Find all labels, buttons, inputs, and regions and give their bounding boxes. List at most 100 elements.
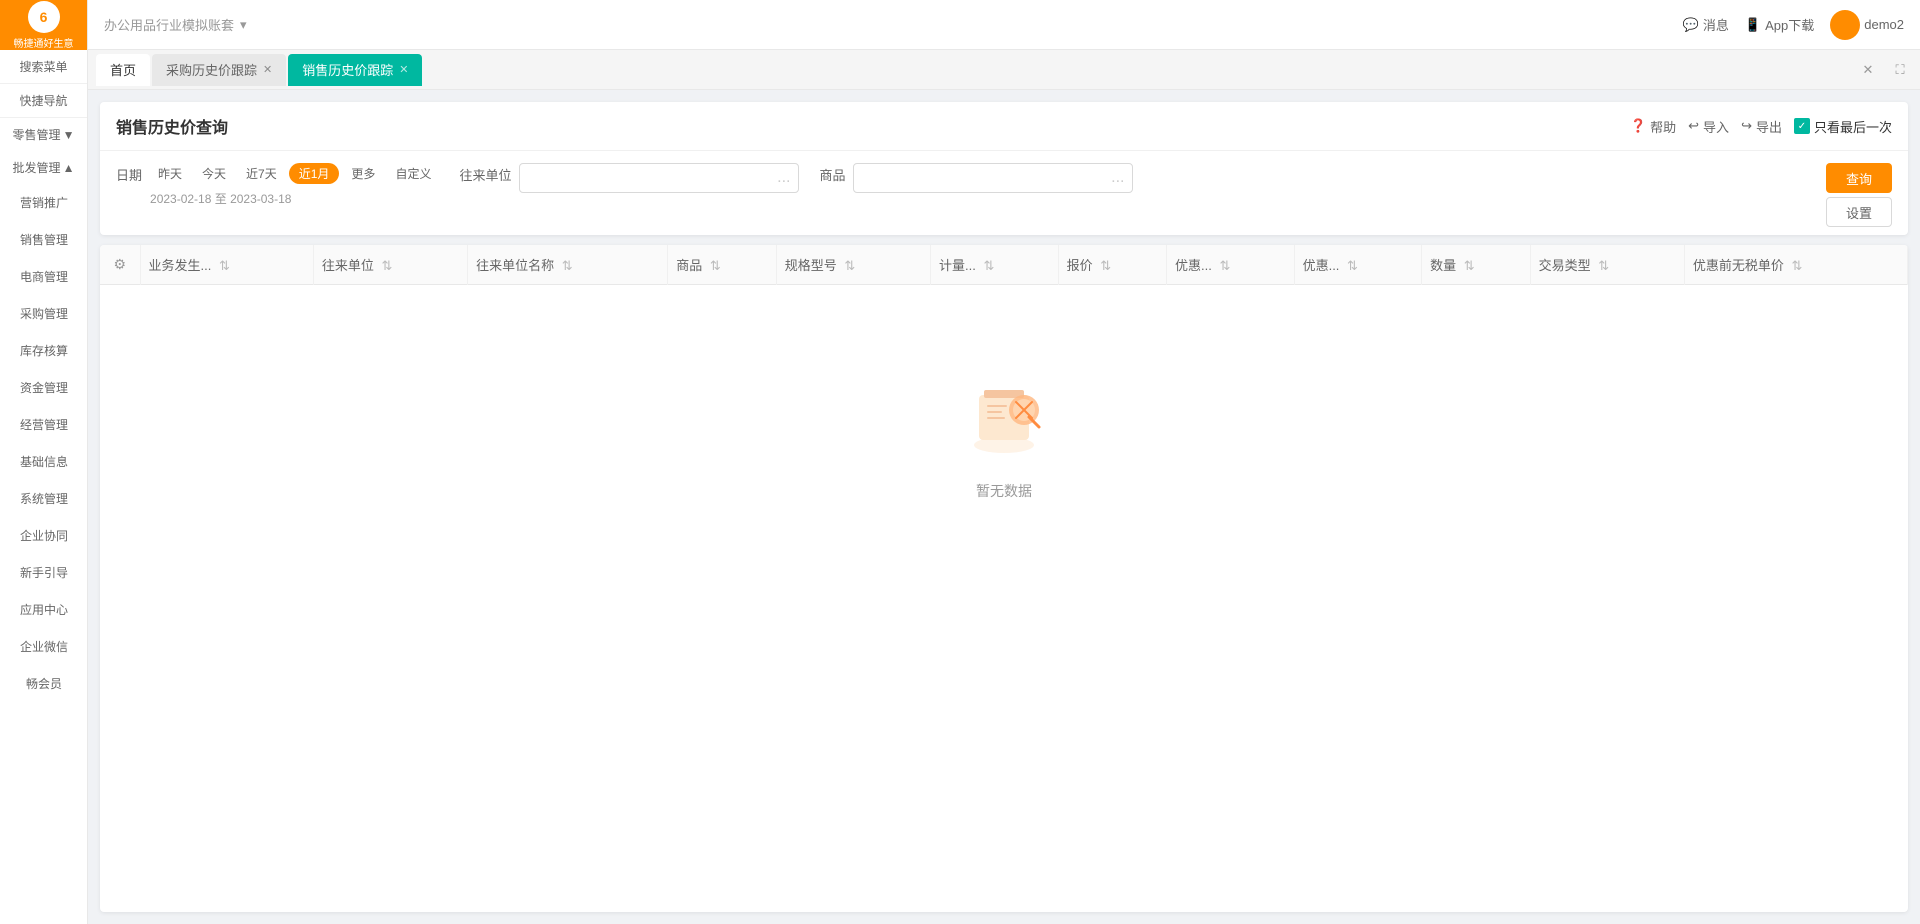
sidebar-item-marketing[interactable]: 营销推广 [0,184,88,221]
sidebar-item-wechat[interactable]: 企业微信 [0,628,88,665]
th-no-tax-price[interactable]: 优惠前无税单价 ⇅ [1684,245,1907,285]
message-label: 消息 [1703,15,1729,34]
maximize-button[interactable]: ⛶ [1888,58,1912,82]
close-window-button[interactable]: ✕ [1856,58,1880,82]
sort-icon-price: ⇅ [1100,258,1111,273]
sidebar-search[interactable]: 搜索菜单 [0,50,87,84]
import-button[interactable]: ↩ 导入 [1688,117,1729,136]
th-biz-date[interactable]: 业务发生... ⇅ [140,245,313,285]
tab-sales-close-icon[interactable]: ✕ [399,63,408,76]
th-no-tax-price-label: 优惠前无税单价 [1693,258,1784,273]
th-unit[interactable]: 计量... ⇅ [931,245,1059,285]
tab-sales-label: 销售历史价跟踪 [302,60,393,79]
sidebar-item-cooperation[interactable]: 企业协同 [0,517,88,554]
sidebar-item-member[interactable]: 畅会员 [0,665,88,702]
date-opt-yesterday[interactable]: 昨天 [150,163,190,184]
date-opt-today[interactable]: 今天 [194,163,234,184]
date-opt-more[interactable]: 更多 [343,163,383,184]
dropdown-arrow-icon[interactable]: ▾ [240,17,247,33]
help-button[interactable]: ❓ 帮助 [1630,117,1676,136]
th-goods[interactable]: 商品 ⇅ [668,245,776,285]
sidebar-item-retail[interactable]: 零售管理 ▼ [0,118,87,151]
tab-sales[interactable]: 销售历史价跟踪 ✕ [288,54,422,86]
chevron-up-icon: ▲ [63,161,75,175]
export-label: 导出 [1756,117,1782,136]
th-price-label: 报价 [1067,258,1093,273]
th-partner-code[interactable]: 往来单位 ⇅ [313,245,467,285]
th-goods-label: 商品 [676,258,702,273]
sidebar-inventory-label: 库存核算 [20,342,68,359]
sidebar-item-finance[interactable]: 资金管理 [0,369,88,406]
th-trade-type[interactable]: 交易类型 ⇅ [1530,245,1684,285]
date-opt-custom[interactable]: 自定义 [387,163,439,184]
sidebar-item-sales-mgmt[interactable]: 销售管理 [0,221,88,258]
partner-filter-group: 往来单位 ... [459,163,799,193]
sidebar-item-ecommerce[interactable]: 电商管理 [0,258,88,295]
date-opt-7days[interactable]: 近7天 [238,163,285,184]
export-button[interactable]: ↪ 导出 [1741,117,1782,136]
partner-input[interactable]: ... [519,163,799,193]
tab-purchase-close-icon[interactable]: ✕ [263,63,272,76]
th-discount2[interactable]: 优惠... ⇅ [1294,245,1422,285]
page-title: 销售历史价查询 [116,114,228,138]
sidebar-cooperation-label: 企业协同 [20,527,68,544]
gear-icon[interactable]: ⚙ [113,256,126,272]
sidebar-logo[interactable]: 6 畅捷通好生意 [0,0,87,50]
only-last-checkbox-label[interactable]: ✓ 只看最后一次 [1794,117,1892,136]
date-range-text: 2023-02-18 至 2023-03-18 [150,190,439,207]
th-unit-label: 计量... [939,258,976,273]
user-profile[interactable]: demo2 [1830,10,1904,40]
sidebar-item-wholesale[interactable]: 批发管理 ▲ [0,151,87,184]
th-spec-label: 规格型号 [785,258,837,273]
sort-icon-partner-code: ⇅ [382,258,393,273]
sidebar-quick-nav[interactable]: 快捷导航 [0,84,87,118]
th-price[interactable]: 报价 ⇅ [1058,245,1166,285]
sort-icon-no-tax-price: ⇅ [1792,258,1803,273]
th-discount1-label: 优惠... [1175,258,1212,273]
export-icon: ↪ [1741,118,1752,134]
import-icon: ↩ [1688,118,1699,134]
th-trade-type-label: 交易类型 [1539,258,1591,273]
tab-home[interactable]: 首页 [96,54,150,86]
sidebar-item-inventory[interactable]: 库存核算 [0,332,88,369]
tab-home-label: 首页 [110,60,136,79]
dropdown-label[interactable]: 办公用品行业模拟账套 [104,15,234,34]
avatar [1830,10,1860,40]
filter-card: 销售历史价查询 ❓ 帮助 ↩ 导入 ↪ 导出 ✓ [100,102,1908,235]
date-filter-label: 日期 [116,163,142,184]
sidebar-item-guide[interactable]: 新手引导 [0,554,88,591]
partner-filter-label: 往来单位 [459,163,511,184]
date-filter-group: 日期 昨天 今天 近7天 近1月 更多 自定义 2023-02-18 至 202… [116,163,439,207]
sort-icon-discount1: ⇅ [1220,258,1231,273]
sort-icon-partner-name: ⇅ [562,258,573,273]
query-button[interactable]: 查询 [1826,163,1892,193]
goods-input[interactable]: ... [853,163,1133,193]
th-discount1[interactable]: 优惠... ⇅ [1167,245,1295,285]
sort-icon-qty: ⇅ [1464,258,1475,273]
message-button[interactable]: 💬 消息 [1683,15,1729,34]
date-filter-content: 昨天 今天 近7天 近1月 更多 自定义 2023-02-18 至 2023-0… [150,163,439,207]
th-qty-label: 数量 [1430,258,1456,273]
tab-purchase[interactable]: 采购历史价跟踪 ✕ [152,54,286,86]
partner-input-dots: ... [777,169,790,187]
sidebar-ecommerce-label: 电商管理 [20,268,68,285]
th-partner-name[interactable]: 往来单位名称 ⇅ [468,245,668,285]
data-table: ⚙ 业务发生... ⇅ 往来单位 ⇅ 往来单位名称 [100,245,1908,285]
logo-icon: 6 [28,1,60,33]
sidebar: 6 畅捷通好生意 搜索菜单 快捷导航 零售管理 ▼ 批发管理 ▲ 营销推广 销售… [0,0,88,924]
sidebar-item-purchase[interactable]: 采购管理 [0,295,88,332]
th-qty[interactable]: 数量 ⇅ [1422,245,1530,285]
settings-button[interactable]: 设置 [1826,197,1892,227]
app-download-button[interactable]: 📱 App下载 [1745,15,1814,34]
date-opt-1month[interactable]: 近1月 [289,163,340,184]
sidebar-item-basic[interactable]: 基础信息 [0,443,88,480]
sort-icon-biz-date: ⇅ [219,258,230,273]
sidebar-finance-label: 资金管理 [20,379,68,396]
th-spec[interactable]: 规格型号 ⇅ [776,245,930,285]
logo-abbr: 6 [40,9,48,25]
filter-area: 日期 昨天 今天 近7天 近1月 更多 自定义 2023-02-18 至 202… [100,151,1908,235]
sidebar-item-appstore[interactable]: 应用中心 [0,591,88,628]
th-biz-date-label: 业务发生... [149,258,212,273]
sidebar-item-system[interactable]: 系统管理 [0,480,88,517]
sidebar-item-operation[interactable]: 经营管理 [0,406,88,443]
